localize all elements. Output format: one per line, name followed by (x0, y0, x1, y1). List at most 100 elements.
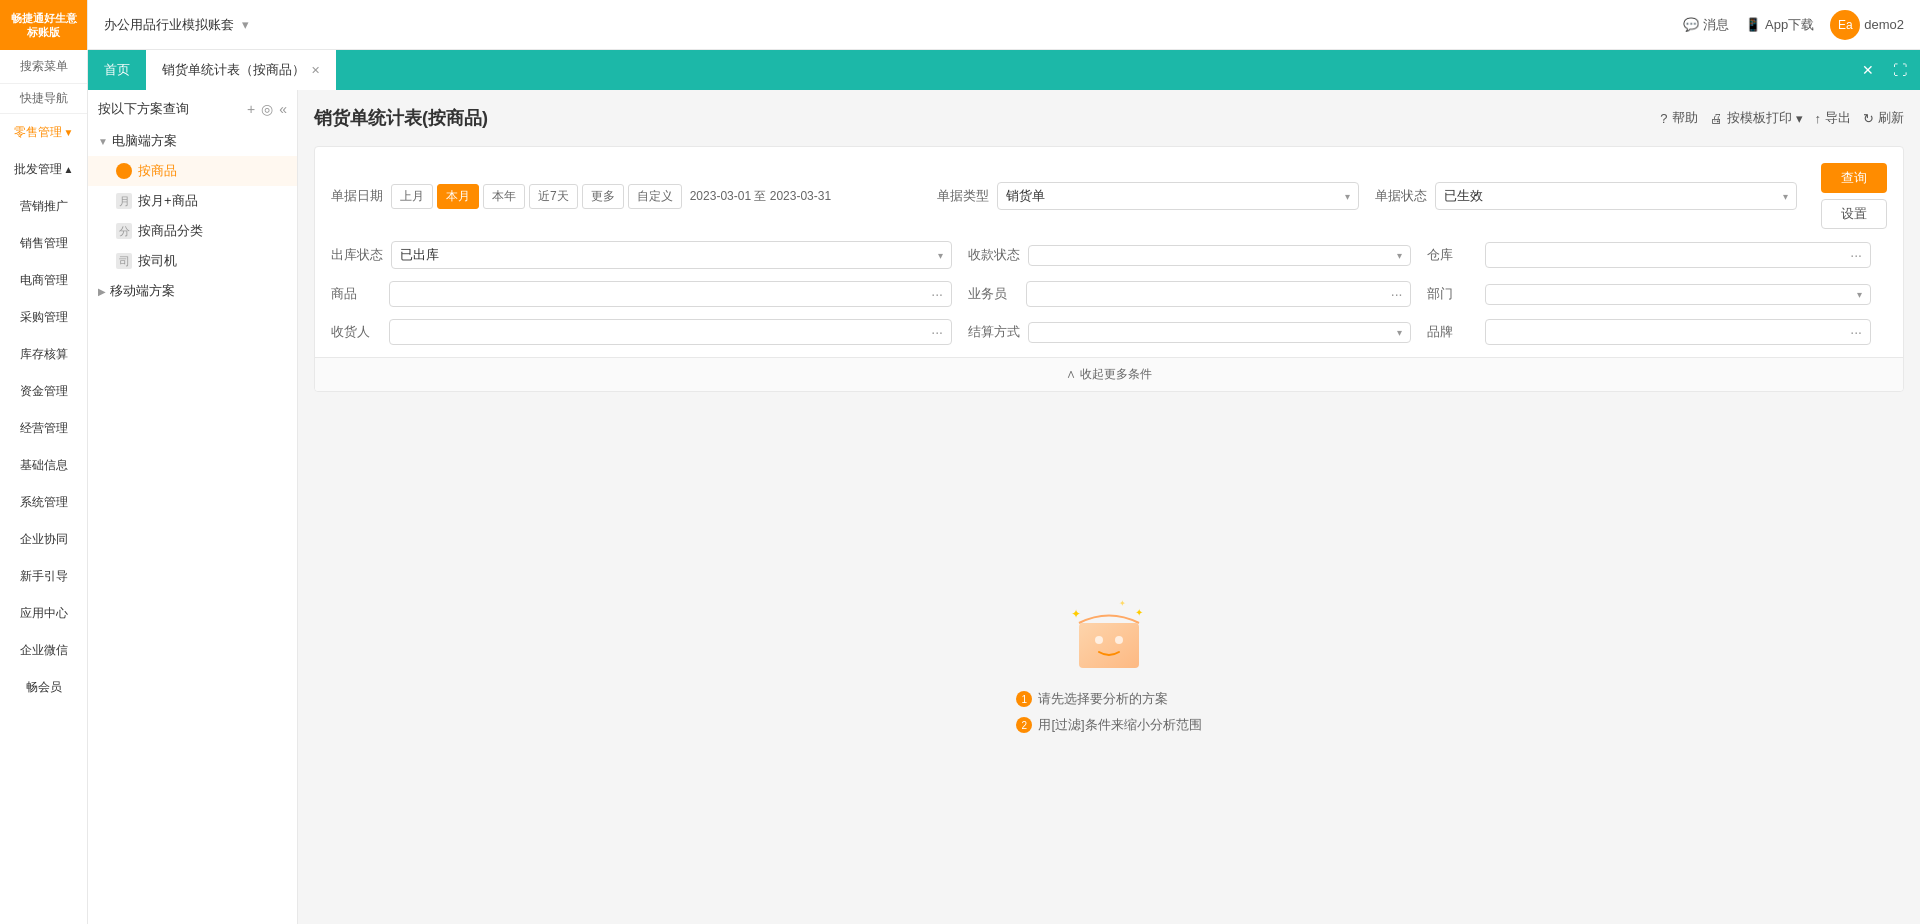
tab-bar: 首页 销货单统计表（按商品） ✕ ✕ ⛶ (88, 50, 1920, 90)
sidebar-item-marketing[interactable]: 营销推广 (0, 188, 87, 225)
sidebar-item-finance[interactable]: 资金管理 (0, 373, 87, 410)
receiver-field: 收货人 ··· (331, 319, 968, 345)
dots-icon[interactable]: ··· (931, 324, 943, 340)
sidebar-item-inventory[interactable]: 库存核算 (0, 336, 87, 373)
settle-select[interactable]: ▾ (1028, 322, 1412, 343)
receiver-select[interactable]: ··· (389, 319, 952, 345)
sidebar-item-wechat[interactable]: 企业微信 (0, 632, 87, 669)
depot-select[interactable]: ··· (1485, 242, 1871, 268)
chevron-down-icon: ▼ (64, 127, 74, 138)
settle-label: 结算方式 (968, 323, 1020, 341)
quick-nav-item[interactable]: 快捷导航 (0, 84, 87, 114)
refresh-action[interactable]: ↻ 刷新 (1863, 109, 1904, 127)
date-7days-btn[interactable]: 近7天 (529, 184, 578, 209)
doc-type-select[interactable]: 销货单 ▾ (997, 182, 1359, 210)
workspace-dropdown-icon[interactable]: ▾ (242, 17, 249, 32)
add-scheme-icon[interactable]: + (247, 101, 255, 117)
step-2-number: 2 (1016, 717, 1032, 733)
sidebar-item-basics[interactable]: 基础信息 (0, 447, 87, 484)
print-icon: 🖨 (1710, 111, 1723, 126)
dots-icon[interactable]: ··· (1850, 247, 1862, 263)
sidebar-item-guide[interactable]: 新手引导 (0, 558, 87, 595)
tree-child-by-product[interactable]: 按商品 (88, 156, 297, 186)
sidebar-item-retail[interactable]: 零售管理 ▼ (0, 114, 87, 151)
tree-parent-desktop[interactable]: ▼ 电脑端方案 (88, 126, 297, 156)
date-custom-btn[interactable]: 自定义 (628, 184, 682, 209)
product-select[interactable]: ··· (389, 281, 952, 307)
sidebar-item-enterprise[interactable]: 企业协同 (0, 521, 87, 558)
search-menu-item[interactable]: 搜索菜单 (0, 50, 87, 84)
top-header: 办公用品行业模拟账套 ▾ 💬 消息 📱 App下载 Ea demo2 (88, 0, 1920, 50)
dots-icon[interactable]: ··· (1391, 286, 1403, 302)
refresh-icon: ↻ (1863, 111, 1874, 126)
chevron-down-icon: ▾ (1783, 191, 1788, 202)
tree-section: ▼ 电脑端方案 按商品 月 按月+商品 分 按商品分类 司 按司机 (88, 126, 297, 306)
date-this-year-btn[interactable]: 本年 (483, 184, 525, 209)
staff-field: 业务员 ··· (968, 281, 1428, 307)
tree-child-product-category[interactable]: 分 按商品分类 (88, 216, 297, 246)
sidebar-item-label: 销售管理 (20, 235, 68, 252)
print-label: 按模板打印 (1727, 109, 1792, 127)
query-button[interactable]: 查询 (1821, 163, 1887, 193)
collect-label: 收款状态 (968, 246, 1020, 264)
date-last-month-btn[interactable]: 上月 (391, 184, 433, 209)
tree-child-label: 按商品 (138, 162, 177, 180)
staff-select[interactable]: ··· (1026, 281, 1412, 307)
main-area: 办公用品行业模拟账套 ▾ 💬 消息 📱 App下载 Ea demo2 首页 (88, 0, 1920, 924)
dept-select[interactable]: ▾ (1485, 284, 1871, 305)
date-this-month-btn[interactable]: 本月 (437, 184, 479, 209)
user-profile-item[interactable]: Ea demo2 (1830, 10, 1904, 40)
message-item[interactable]: 💬 消息 (1683, 16, 1729, 34)
print-action[interactable]: 🖨 按模板打印 ▾ (1710, 109, 1803, 127)
tab-home[interactable]: 首页 (88, 50, 146, 90)
chevron-down-icon: ▾ (938, 250, 943, 261)
sidebar-item-sales[interactable]: 销售管理 (0, 225, 87, 262)
chevron-down-icon: ▾ (1397, 250, 1402, 261)
depot-label: 仓库 (1427, 246, 1477, 264)
tree-parent-mobile[interactable]: ▶ 移动端方案 (88, 276, 297, 306)
tab-close-window-btn[interactable]: ✕ (1856, 58, 1880, 82)
sidebar-item-app-center[interactable]: 应用中心 (0, 595, 87, 632)
category-scheme-icon: 分 (116, 223, 132, 239)
help-label: 帮助 (1672, 109, 1698, 127)
sidebar-item-purchase[interactable]: 采购管理 (0, 299, 87, 336)
app-download-item[interactable]: 📱 App下载 (1745, 16, 1814, 34)
chevron-up-icon: ▲ (64, 164, 74, 175)
dots-icon[interactable]: ··· (1850, 324, 1862, 340)
dots-icon[interactable]: ··· (931, 286, 943, 302)
query-row-4: 收货人 ··· 结算方式 ▾ 品牌 (331, 319, 1887, 345)
tree-child-month-product[interactable]: 月 按月+商品 (88, 186, 297, 216)
sidebar-item-member[interactable]: 畅会员 (0, 669, 87, 706)
app-logo: 畅捷通好生意 标账版 (0, 0, 87, 50)
refresh-label: 刷新 (1878, 109, 1904, 127)
date-more-btn[interactable]: 更多 (582, 184, 624, 209)
brand-select[interactable]: ··· (1485, 319, 1871, 345)
svg-point-2 (1115, 636, 1123, 644)
tab-close-icon[interactable]: ✕ (311, 64, 320, 77)
sidebar-item-wholesale[interactable]: 批发管理 ▲ (0, 151, 87, 188)
sidebar-item-label: 新手引导 (20, 568, 68, 585)
sidebar-item-label: 企业微信 (20, 642, 68, 659)
export-action[interactable]: ↑ 导出 (1815, 109, 1852, 127)
sidebar-item-ecommerce[interactable]: 电商管理 (0, 262, 87, 299)
product-label: 商品 (331, 285, 381, 303)
sidebar-item-system[interactable]: 系统管理 (0, 484, 87, 521)
collect-select[interactable]: ▾ (1028, 245, 1412, 266)
date-range-text: 2023-03-01 至 2023-03-31 (690, 188, 831, 205)
doc-status-select[interactable]: 已生效 ▾ (1435, 182, 1797, 210)
depot-field: 仓库 ··· (1427, 242, 1887, 268)
svg-point-1 (1095, 636, 1103, 644)
tab-report[interactable]: 销货单统计表（按商品） ✕ (146, 50, 336, 90)
collapse-conditions-bar[interactable]: ∧ 收起更多条件 (315, 357, 1903, 391)
tab-maximize-btn[interactable]: ⛶ (1888, 58, 1912, 82)
collapse-panel-icon[interactable]: « (279, 101, 287, 117)
tree-child-by-driver[interactable]: 司 按司机 (88, 246, 297, 276)
app-name: 畅捷通好生意 标账版 (11, 11, 77, 40)
settings-scheme-icon[interactable]: ◎ (261, 101, 273, 117)
warehouse-select[interactable]: 已出库 ▾ (391, 241, 952, 269)
sidebar-item-operations[interactable]: 经营管理 (0, 410, 87, 447)
left-panel-header: 按以下方案查询 + ◎ « (88, 100, 297, 126)
help-action[interactable]: ? 帮助 (1660, 109, 1697, 127)
settings-button[interactable]: 设置 (1821, 199, 1887, 229)
tree-expand-icon: ▼ (98, 136, 108, 147)
